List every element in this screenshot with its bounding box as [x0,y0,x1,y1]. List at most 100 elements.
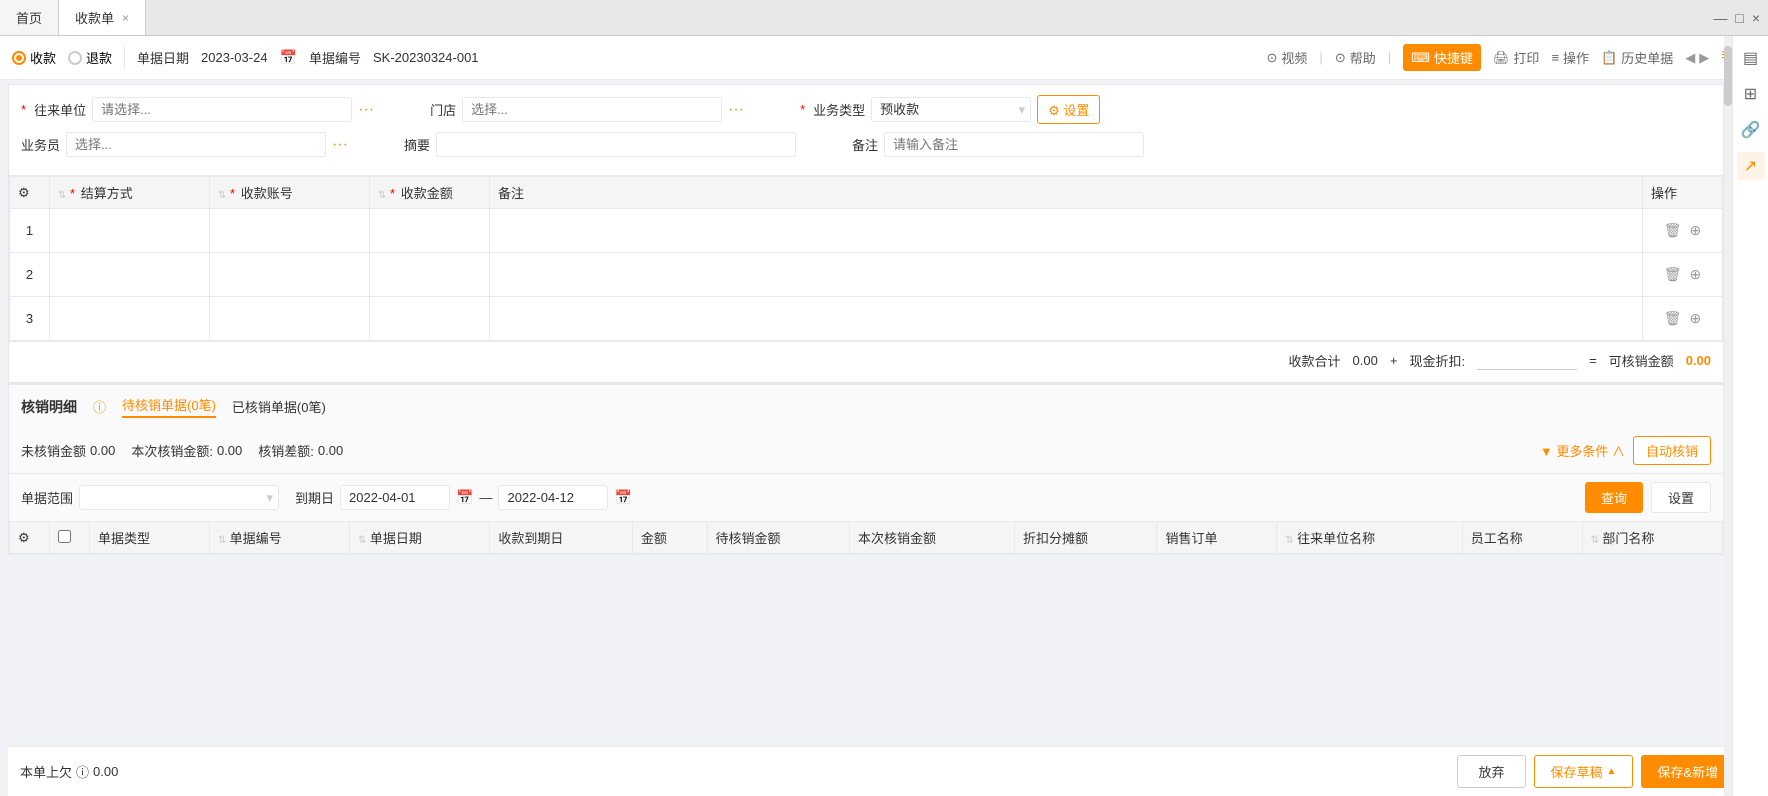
save-draft-button[interactable]: 保存草稿 ▲ [1534,755,1634,788]
form-row-2: 业务员 ··· 摘要 备注 [21,132,1711,157]
calendar-to-icon[interactable]: 📅 [614,489,631,506]
shortcut-btn[interactable]: ⌨ 快捷键 [1403,44,1481,71]
biz-type-select[interactable]: 预收款 [871,97,1031,122]
summary-label: 摘要 [404,135,430,154]
history-btn[interactable]: 📋 历史单据 [1601,48,1673,67]
row-3-amount[interactable] [370,297,490,341]
select-all-col[interactable] [50,522,90,554]
row-2-settle[interactable] [50,253,210,297]
bottom-table-container: ⚙ 单据类型 ⇅ 单据编号 ⇅ [9,521,1723,554]
store-input[interactable] [462,97,722,122]
discount-input[interactable] [1477,350,1577,370]
sidebar-grid-icon[interactable]: ⊞ [1737,80,1765,108]
unrealized-value: 0.00 [90,443,115,458]
row-2-amount[interactable] [370,253,490,297]
row-1-amount[interactable] [370,209,490,253]
net-value: 0.00 [1686,353,1711,368]
discount-col-header: 折扣分摊额 [1015,522,1157,554]
row-2-account[interactable] [210,253,370,297]
next-icon[interactable]: ▶ [1699,50,1709,66]
query-button[interactable]: 查询 [1585,482,1643,513]
close-icon[interactable]: × [1752,10,1760,26]
filter-settings-button[interactable]: 设置 [1651,482,1711,513]
verification-info-icon[interactable]: ⓘ [93,397,106,416]
row-1-delete-icon[interactable]: 🗑 [1664,222,1682,239]
date-to-input[interactable] [498,485,608,510]
this-time-value: 0.00 [217,443,242,458]
range-select[interactable] [79,485,279,510]
table-gear-icon[interactable]: ⚙ [18,185,30,200]
row-2-copy-icon[interactable]: ⊕ [1690,266,1702,283]
restore-icon[interactable]: □ [1735,10,1743,26]
settings-button[interactable]: ⚙ ⚙ 设置 设置 [1037,95,1100,124]
sidebar-expand-icon[interactable]: ↗ [1737,152,1765,180]
more-filter-btn[interactable]: ▼ 更多条件 ∧ [1540,441,1625,460]
sidebar-table-icon[interactable]: ▤ [1737,44,1765,72]
minimize-icon[interactable]: — [1713,10,1727,26]
tab-close-icon[interactable]: × [122,11,129,25]
radio-refund[interactable]: 退款 [68,48,112,67]
window-controls: — □ × [1713,10,1768,26]
total-value: 0.00 [1353,353,1378,368]
stat-info-icon[interactable]: ⓘ [76,762,89,781]
print-btn[interactable]: 🖨 打印 [1493,48,1540,67]
done-tab[interactable]: 已核销单据(0笔) [232,397,326,416]
due-date-field: 到期日 📅 — 📅 [295,485,632,510]
store-field: 门店 ··· [430,97,744,122]
select-all-checkbox[interactable] [58,530,71,543]
help-label: 帮助 [1350,48,1376,67]
help-btn[interactable]: ⊙ 帮助 [1335,48,1376,67]
radio-receipt[interactable]: 收款 [12,48,56,67]
row-2-delete-icon[interactable]: 🗑 [1664,266,1682,283]
tab-receipt[interactable]: 收款单 × [59,0,146,35]
biz-type-select-wrap: 预收款 [871,97,1031,122]
table-gear-icon-2[interactable]: ⚙ [18,530,30,545]
video-icon: ⊙ [1267,50,1278,66]
counterpart-required: * [21,102,26,117]
row-3-delete-icon[interactable]: 🗑 [1664,310,1682,327]
range-label: 单据范围 [21,488,73,507]
receipt-table: ⚙ ⇅ * 结算方式 ⇅ * 收款账号 ⇅ * 收款 [9,176,1723,341]
counterpart-more-icon[interactable]: ··· [358,101,374,119]
video-label: 视频 [1281,48,1307,67]
row-1-remark[interactable] [490,209,1643,253]
calendar-from-icon[interactable]: 📅 [456,489,473,506]
store-label: 门店 [430,100,456,119]
net-label: 可核销金额 [1609,351,1674,370]
settings-icon: ⚙ [1048,103,1060,118]
auto-verify-btn[interactable]: 自动核销 [1633,436,1711,465]
remark-input[interactable] [884,132,1144,157]
row-3-remark[interactable] [490,297,1643,341]
number-value: SK-20230324-001 [373,50,479,65]
operation-btn[interactable]: ≡ 操作 [1551,48,1589,67]
row-3-action: 🗑 ⊕ [1643,297,1723,341]
row-3-account[interactable] [210,297,370,341]
account-col-header: ⇅ * 收款账号 [210,177,370,209]
scroll-area[interactable] [1724,36,1732,796]
store-more-icon[interactable]: ··· [728,101,744,119]
row-1-copy-icon[interactable]: ⊕ [1690,222,1702,239]
sidebar-link-icon[interactable]: 🔗 [1737,116,1765,144]
date-from-input[interactable] [340,485,450,510]
row-3-settle[interactable] [50,297,210,341]
tab-home-label: 首页 [16,8,42,27]
row-1-account[interactable] [210,209,370,253]
save-draft-arrow-icon: ▲ [1607,766,1617,777]
gear-col-header[interactable]: ⚙ [10,177,50,209]
tab-home[interactable]: 首页 [0,0,59,35]
video-btn[interactable]: ⊙ 视频 [1267,48,1308,67]
row-3-copy-icon[interactable]: ⊕ [1690,310,1702,327]
pending-tab[interactable]: 待核销单据(0笔) [122,395,216,418]
salesman-more-icon[interactable]: ··· [332,136,348,154]
operation-icon: ≡ [1551,50,1559,65]
summary-input[interactable] [436,132,796,157]
prev-icon[interactable]: ◀ [1685,50,1695,66]
date-icon[interactable]: 📅 [280,49,297,66]
salesman-input[interactable] [66,132,326,157]
abandon-button[interactable]: 放弃 [1457,755,1525,788]
row-1-settle[interactable] [50,209,210,253]
scroll-thumb[interactable] [1724,46,1732,106]
diff-stat: 核销差额: 0.00 [258,441,343,460]
row-2-remark[interactable] [490,253,1643,297]
counterpart-input[interactable] [92,97,352,122]
